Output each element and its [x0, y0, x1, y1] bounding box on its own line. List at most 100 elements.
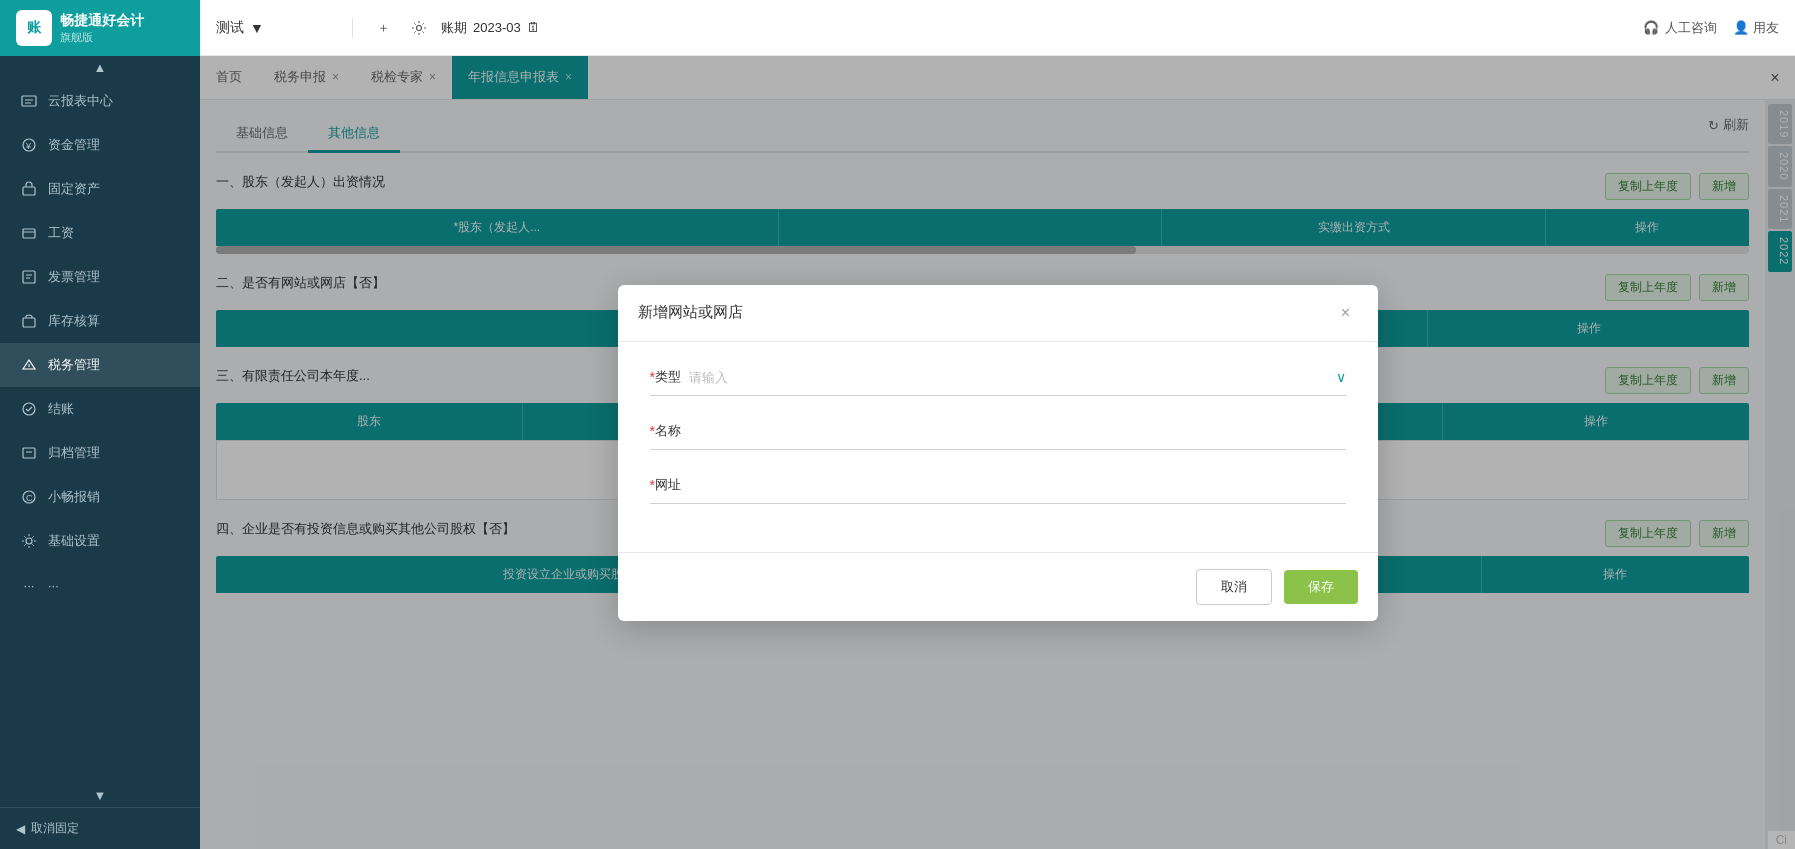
sidebar-logo: 账 畅捷通好会计 旗舰版	[0, 0, 200, 56]
add-btn[interactable]: ＋	[369, 14, 397, 42]
settings-btn[interactable]	[405, 14, 433, 42]
company-name: 测试	[216, 19, 244, 37]
sidebar-scroll-up[interactable]: ▲	[0, 56, 200, 79]
calendar-icon[interactable]: 🗓	[527, 20, 540, 35]
pin-label: 取消固定	[31, 820, 79, 837]
dialog-header: 新增网站或网店 ×	[618, 285, 1378, 342]
pin-icon: ◀	[16, 822, 25, 836]
jichushezhi-icon	[20, 532, 38, 550]
type-input-wrap: * 类型 ∨	[650, 366, 1346, 396]
sidebar: 账 畅捷通好会计 旗舰版 ▲ 云报表中心 ¥ 资金管理 固定资产	[0, 0, 200, 849]
sidebar-item-gongzi[interactable]: 工资	[0, 211, 200, 255]
yunbaobiao-icon	[20, 92, 38, 110]
sidebar-label-kucun: 库存核算	[48, 312, 100, 330]
dialog-footer: 取消 保存	[618, 552, 1378, 621]
sidebar-item-jiezhang[interactable]: 结账	[0, 387, 200, 431]
svg-point-18	[26, 538, 32, 544]
kucun-icon	[20, 312, 38, 330]
watermark: Ci	[1768, 831, 1795, 849]
logo-sub: 旗舰版	[60, 30, 144, 45]
period-label: 账期	[441, 19, 467, 37]
sidebar-label-zijin: 资金管理	[48, 136, 100, 154]
sidebar-label-xiaochang: 小畅报销	[48, 488, 100, 506]
name-input[interactable]	[689, 420, 1346, 443]
dialog-title: 新增网站或网店	[638, 303, 743, 322]
url-input-wrap: * 网址	[650, 474, 1346, 504]
customer-service-btn[interactable]: 🎧 人工咨询	[1643, 19, 1717, 37]
svg-point-19	[417, 25, 422, 30]
svg-rect-11	[23, 318, 35, 327]
user-icon: 👤	[1733, 20, 1749, 35]
sidebar-nav: 云报表中心 ¥ 资金管理 固定资产 工资 发票管理	[0, 79, 200, 784]
add-website-dialog: 新增网站或网店 × * 类型 ∨ * 名称	[618, 285, 1378, 621]
sidebar-label-yunbaobiao: 云报表中心	[48, 92, 113, 110]
svg-rect-6	[23, 229, 35, 238]
sidebar-label-jiezhang: 结账	[48, 400, 74, 418]
sidebar-scroll-down[interactable]: ▼	[0, 784, 200, 807]
user-label: 用友	[1753, 19, 1779, 37]
sidebar-label-more: ···	[48, 578, 59, 593]
form-field-type: * 类型 ∨	[650, 366, 1346, 396]
sidebar-pin-toggle[interactable]: ◀ 取消固定	[0, 807, 200, 849]
gudingzichan-icon	[20, 180, 38, 198]
name-label: 名称	[655, 422, 681, 440]
url-label: 网址	[655, 476, 681, 494]
type-dropdown-arrow[interactable]: ∨	[1336, 369, 1346, 385]
sidebar-label-shuiwu: 税务管理	[48, 356, 100, 374]
company-selector[interactable]: 测试 ▼	[216, 19, 336, 37]
headset-icon: 🎧	[1643, 20, 1659, 35]
fapiao-icon	[20, 268, 38, 286]
svg-text:¥: ¥	[25, 141, 32, 151]
topbar-right: 🎧 人工咨询 👤 用友	[1643, 19, 1779, 37]
period-value: 2023-03	[473, 20, 521, 35]
sidebar-item-yunbaobiao[interactable]: 云报表中心	[0, 79, 200, 123]
logo-title: 畅捷通好会计	[60, 11, 144, 29]
shuiwu-icon	[20, 356, 38, 374]
logo-text-wrap: 畅捷通好会计 旗舰版	[60, 11, 144, 44]
sidebar-item-kucun[interactable]: 库存核算	[0, 299, 200, 343]
sidebar-item-more[interactable]: ··· ···	[0, 563, 200, 607]
svg-text:C: C	[26, 493, 33, 503]
sidebar-label-guidang: 归档管理	[48, 444, 100, 462]
sidebar-item-gudingzichan[interactable]: 固定资产	[0, 167, 200, 211]
svg-rect-0	[22, 96, 36, 106]
user-menu[interactable]: 👤 用友	[1733, 19, 1779, 37]
svg-rect-14	[23, 448, 35, 458]
sidebar-item-zijin[interactable]: ¥ 资金管理	[0, 123, 200, 167]
sidebar-item-fapiao[interactable]: 发票管理	[0, 255, 200, 299]
url-input[interactable]	[689, 474, 1346, 497]
type-input[interactable]	[689, 366, 1336, 389]
cancel-button[interactable]: 取消	[1196, 569, 1272, 605]
zijin-icon: ¥	[20, 136, 38, 154]
logo-icon: 账	[16, 10, 52, 46]
type-label: 类型	[655, 368, 681, 386]
gongzi-icon	[20, 224, 38, 242]
sidebar-label-gongzi: 工资	[48, 224, 74, 242]
topbar: 测试 ▼ ＋ 账期 2023-03 🗓 🎧 人工咨询 👤 用友	[200, 0, 1795, 56]
company-dropdown-icon: ▼	[250, 20, 264, 36]
xiaochang-icon: C	[20, 488, 38, 506]
modal-overlay: 新增网站或网店 × * 类型 ∨ * 名称	[200, 56, 1795, 849]
service-label: 人工咨询	[1665, 19, 1717, 37]
name-input-wrap: * 名称	[650, 420, 1346, 450]
jiezhang-icon	[20, 400, 38, 418]
topbar-divider1	[352, 18, 353, 38]
sidebar-item-xiaochang[interactable]: C 小畅报销	[0, 475, 200, 519]
sidebar-item-jichushezhi[interactable]: 基础设置	[0, 519, 200, 563]
sidebar-label-gudingzichan: 固定资产	[48, 180, 100, 198]
save-button[interactable]: 保存	[1284, 570, 1358, 604]
sidebar-label-jichushezhi: 基础设置	[48, 532, 100, 550]
form-field-name: * 名称	[650, 420, 1346, 450]
sidebar-item-shuiwu[interactable]: 税务管理	[0, 343, 200, 387]
period-display: 账期 2023-03 🗓	[441, 19, 540, 37]
dialog-close-btn[interactable]: ×	[1334, 301, 1358, 325]
svg-rect-8	[23, 271, 35, 283]
svg-point-13	[23, 403, 35, 415]
sidebar-label-fapiao: 发票管理	[48, 268, 100, 286]
sidebar-item-guidang[interactable]: 归档管理	[0, 431, 200, 475]
guidang-icon	[20, 444, 38, 462]
form-field-url: * 网址	[650, 474, 1346, 504]
more-icon: ···	[20, 576, 38, 594]
dialog-body: * 类型 ∨ * 名称 * 网址	[618, 342, 1378, 552]
svg-rect-5	[23, 187, 35, 195]
